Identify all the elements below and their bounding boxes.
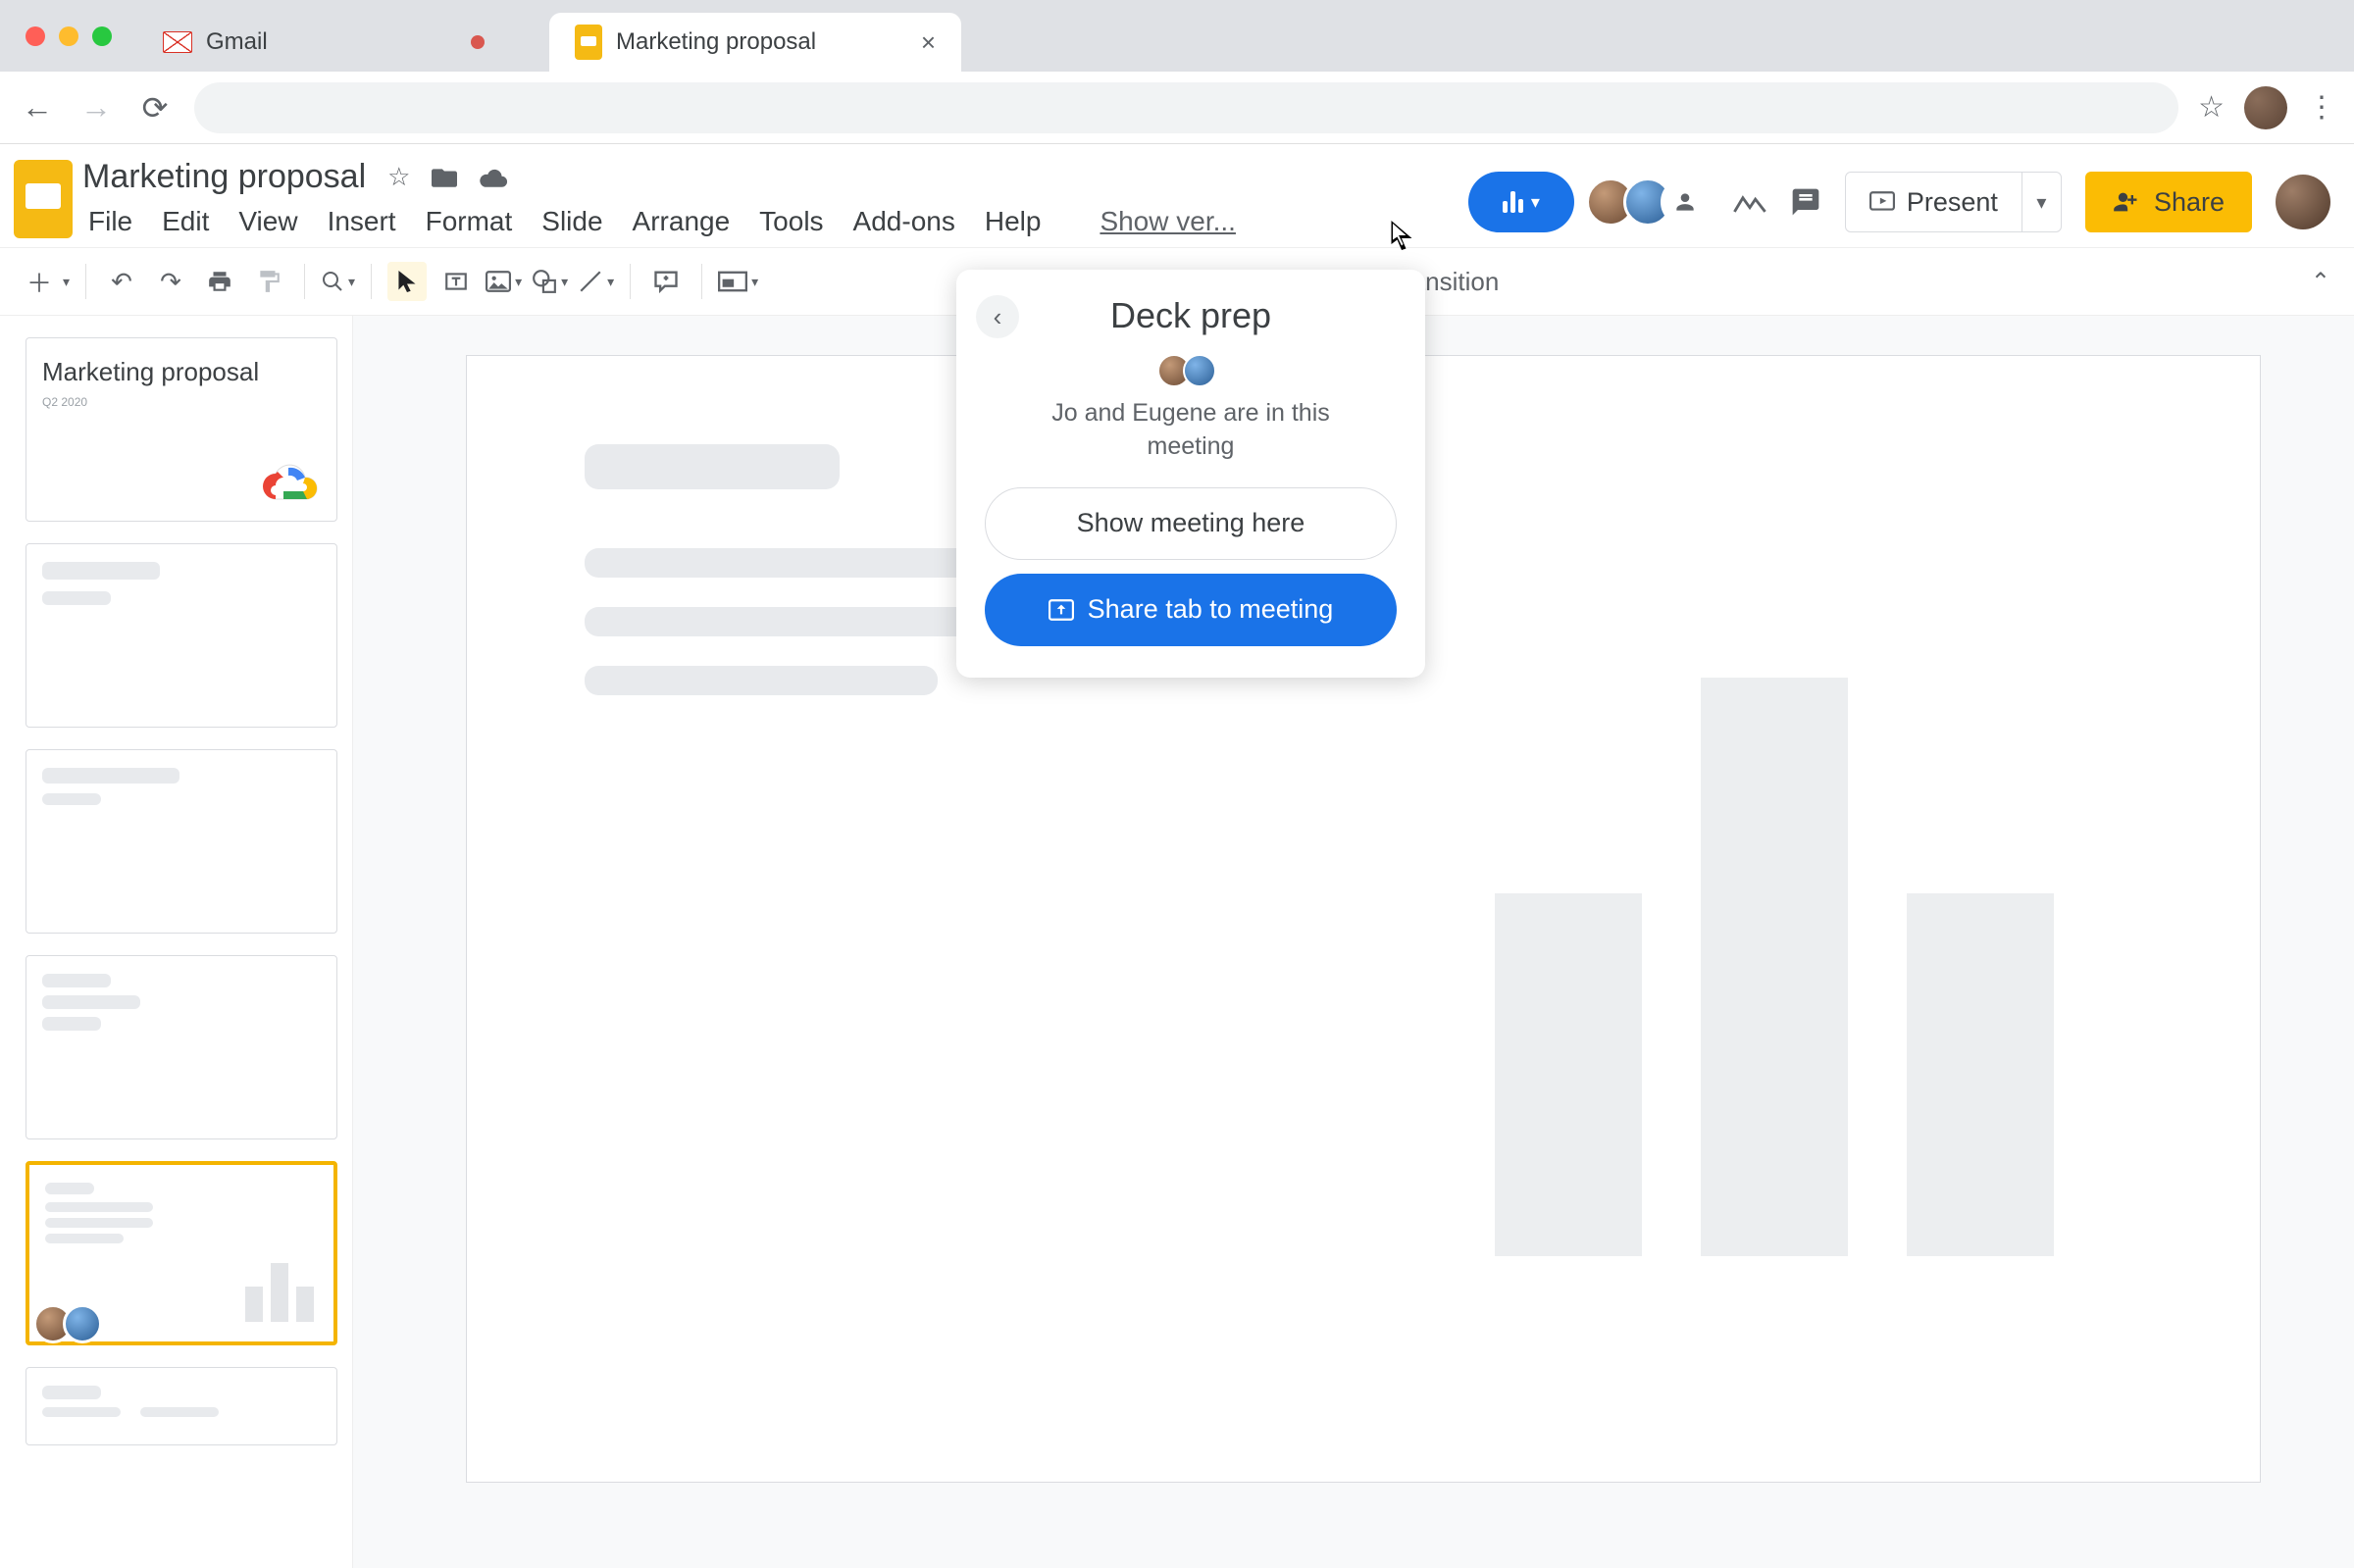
meet-button[interactable]: ▾: [1468, 172, 1574, 232]
meet-popover: ‹ Deck prep Jo and Eugene are in this me…: [956, 270, 1425, 678]
menu-addons[interactable]: Add-ons: [853, 206, 955, 237]
slides-app-icon[interactable]: [14, 160, 73, 238]
menu-file[interactable]: File: [88, 206, 132, 237]
nav-forward-button[interactable]: →: [77, 88, 116, 127]
slide-thumb-4[interactable]: [26, 955, 337, 1139]
popover-back-button[interactable]: ‹: [976, 295, 1019, 338]
browser-tabs: Gmail Marketing proposal ×: [137, 0, 961, 72]
account-avatar[interactable]: [2276, 175, 2330, 229]
print-button[interactable]: [200, 262, 239, 301]
collaborators[interactable]: [1598, 177, 1710, 227]
menu-insert[interactable]: Insert: [328, 206, 396, 237]
thumb-subtitle: Q2 2020: [42, 395, 321, 409]
slide-thumb-1[interactable]: Marketing proposal Q2 2020: [26, 337, 337, 522]
cloud-status-icon[interactable]: [479, 167, 508, 188]
collaborator-anonymous-icon[interactable]: [1661, 177, 1710, 227]
browser-address-bar: ← → ⟳ ☆ ⋮: [0, 72, 2354, 144]
present-button[interactable]: Present: [1846, 173, 2021, 231]
menu-help[interactable]: Help: [985, 206, 1042, 237]
window-close-dot[interactable]: [26, 26, 45, 46]
new-slide-button[interactable]: ＋▾: [20, 262, 70, 301]
menu-slide[interactable]: Slide: [541, 206, 602, 237]
menu-arrange[interactable]: Arrange: [633, 206, 731, 237]
collapse-toolbar-icon[interactable]: ⌃: [2311, 268, 2330, 296]
shape-tool[interactable]: ▾: [532, 269, 568, 294]
participant-avatar: [1183, 354, 1216, 387]
bookmark-star-icon[interactable]: ☆: [2198, 90, 2225, 125]
window-minimize-dot[interactable]: [59, 26, 78, 46]
meeting-subtitle: Jo and Eugene are in this meeting: [956, 397, 1425, 464]
gmail-icon: [163, 31, 192, 53]
meeting-title: Deck prep: [956, 295, 1425, 336]
slides-icon: [575, 25, 602, 60]
present-to-all-icon: [1049, 599, 1074, 621]
meeting-participants: [956, 354, 1425, 387]
title-block: Marketing proposal ☆ File Edit View Inse…: [82, 154, 1236, 247]
share-label: Share: [2154, 187, 2225, 218]
browser-menu-icon[interactable]: ⋮: [2307, 90, 2336, 125]
thumb-title: Marketing proposal: [42, 356, 321, 389]
tab-label: Marketing proposal: [616, 28, 816, 56]
zoom-button[interactable]: ▾: [321, 270, 355, 293]
comments-icon[interactable]: [1790, 186, 1821, 218]
redo-button[interactable]: ↷: [151, 262, 190, 301]
nav-reload-button[interactable]: ⟳: [135, 88, 175, 127]
present-group: Present ▾: [1845, 172, 2062, 232]
tab-notification-dot: [471, 35, 485, 49]
menu-view[interactable]: View: [238, 206, 297, 237]
line-tool[interactable]: ▾: [578, 269, 614, 294]
image-tool[interactable]: ▾: [486, 271, 522, 292]
menu-edit[interactable]: Edit: [162, 206, 209, 237]
thumb-chart-icon: [245, 1263, 314, 1322]
share-button[interactable]: Share: [2085, 172, 2252, 232]
slide-thumb-2[interactable]: [26, 543, 337, 728]
chevron-down-icon: ▾: [1531, 192, 1540, 213]
undo-button[interactable]: ↶: [102, 262, 141, 301]
tab-label: Gmail: [206, 28, 268, 56]
document-title[interactable]: Marketing proposal: [82, 158, 366, 196]
star-icon[interactable]: ☆: [387, 162, 410, 192]
tab-close-icon[interactable]: ×: [921, 27, 936, 58]
menu-tools[interactable]: Tools: [759, 206, 823, 237]
slide-thumbnails[interactable]: Marketing proposal Q2 2020: [0, 316, 353, 1568]
move-folder-icon[interactable]: [432, 167, 457, 188]
button-label: Show meeting here: [1077, 508, 1305, 538]
address-input[interactable]: [194, 82, 2178, 133]
slide-thumb-6[interactable]: [26, 1367, 337, 1445]
mouse-cursor-icon: [1391, 221, 1412, 250]
audio-bars-icon: [1503, 191, 1523, 213]
nav-back-button[interactable]: ←: [18, 88, 57, 127]
button-label: Share tab to meeting: [1088, 594, 1334, 625]
show-version-history[interactable]: Show ver...: [1100, 206, 1236, 237]
tab-slides[interactable]: Marketing proposal ×: [549, 13, 961, 72]
share-tab-to-meeting-button[interactable]: Share tab to meeting: [985, 574, 1397, 646]
thumb-collab-avatars: [43, 1304, 102, 1343]
textbox-tool[interactable]: [436, 262, 476, 301]
paint-format-button[interactable]: [249, 262, 288, 301]
google-cloud-icon: [254, 458, 323, 507]
window-controls: [0, 0, 137, 72]
canvas-chart-placeholder: [1495, 678, 2054, 1256]
slide-thumb-3[interactable]: [26, 749, 337, 934]
background-tool[interactable]: ▾: [718, 271, 758, 292]
activity-icon[interactable]: [1733, 190, 1766, 214]
browser-tabstrip: Gmail Marketing proposal ×: [0, 0, 2354, 72]
window-zoom-dot[interactable]: [92, 26, 112, 46]
show-meeting-here-button[interactable]: Show meeting here: [985, 487, 1397, 560]
present-dropdown[interactable]: ▾: [2021, 173, 2061, 231]
header-right: ▾ Present ▾ Share: [1468, 154, 2330, 232]
slides-header: Marketing proposal ☆ File Edit View Inse…: [0, 144, 2354, 247]
profile-avatar[interactable]: [2244, 86, 2287, 129]
select-tool[interactable]: [387, 262, 427, 301]
slide-thumb-5[interactable]: [26, 1161, 337, 1345]
menu-bar: File Edit View Insert Format Slide Arran…: [82, 200, 1236, 247]
present-label: Present: [1907, 187, 1998, 218]
menu-format[interactable]: Format: [426, 206, 513, 237]
tab-gmail[interactable]: Gmail: [137, 13, 549, 72]
comment-tool[interactable]: [646, 262, 686, 301]
